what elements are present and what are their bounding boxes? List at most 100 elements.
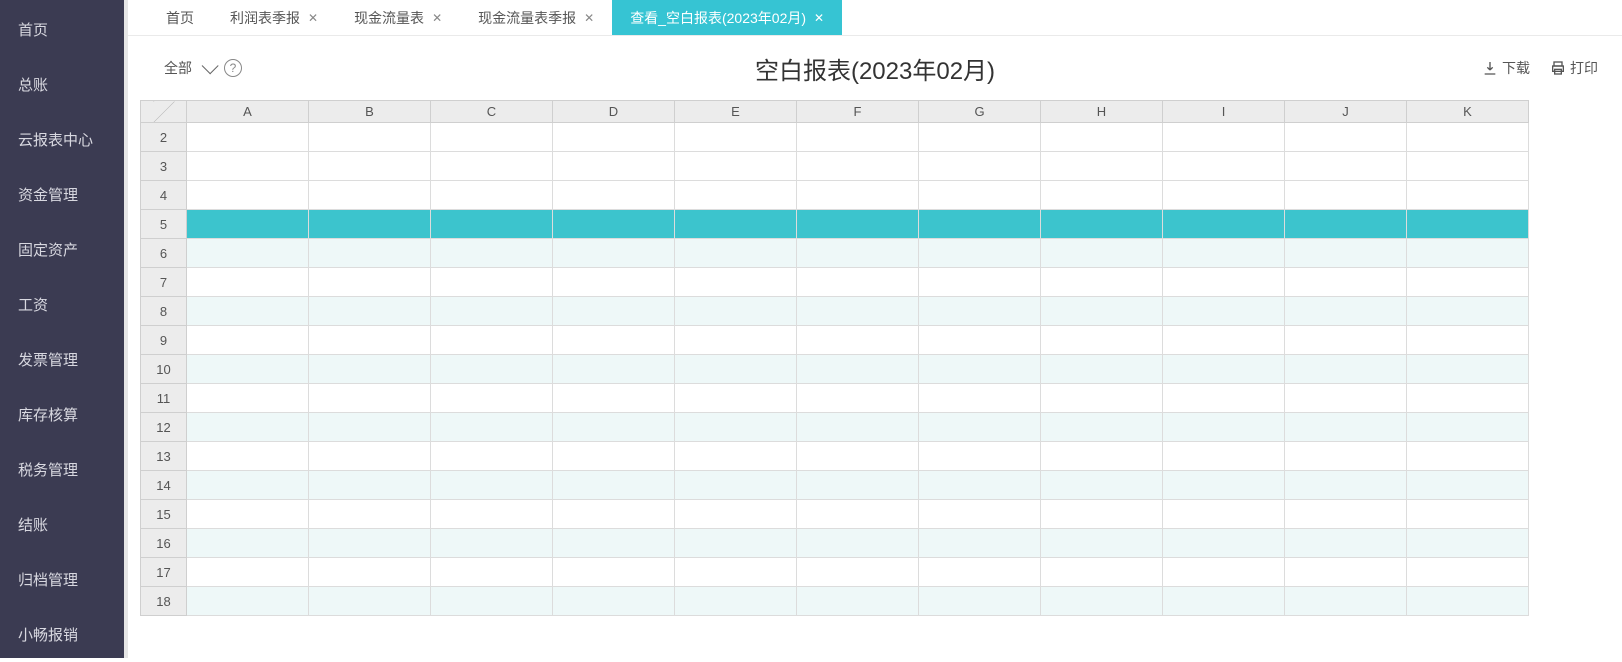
row-header[interactable]: 18 <box>141 587 187 616</box>
column-header[interactable]: D <box>553 101 675 123</box>
cell[interactable] <box>1041 442 1163 471</box>
cell[interactable] <box>1041 123 1163 152</box>
cell[interactable] <box>919 181 1041 210</box>
cell[interactable] <box>309 384 431 413</box>
cell[interactable] <box>797 239 919 268</box>
cell[interactable] <box>1163 587 1285 616</box>
cell[interactable] <box>1407 471 1529 500</box>
row-header[interactable]: 5 <box>141 210 187 239</box>
cell[interactable] <box>553 268 675 297</box>
cell[interactable] <box>431 326 553 355</box>
cell[interactable] <box>187 442 309 471</box>
cell[interactable] <box>1041 500 1163 529</box>
row-header[interactable]: 6 <box>141 239 187 268</box>
cell[interactable] <box>431 210 553 239</box>
cell[interactable] <box>1041 297 1163 326</box>
cell[interactable] <box>1041 558 1163 587</box>
cell[interactable] <box>675 384 797 413</box>
sidebar-item[interactable]: 发票管理 <box>0 332 124 387</box>
cell[interactable] <box>553 413 675 442</box>
cell[interactable] <box>797 500 919 529</box>
cell[interactable] <box>1285 268 1407 297</box>
row-header[interactable]: 13 <box>141 442 187 471</box>
cell[interactable] <box>1041 384 1163 413</box>
cell[interactable] <box>675 355 797 384</box>
cell[interactable] <box>797 587 919 616</box>
cell[interactable] <box>309 123 431 152</box>
help-icon[interactable]: ? <box>224 59 242 77</box>
cell[interactable] <box>431 152 553 181</box>
download-button[interactable]: 下载 <box>1482 58 1530 78</box>
cell[interactable] <box>1407 500 1529 529</box>
cell[interactable] <box>309 297 431 326</box>
tab[interactable]: 现金流量表✕ <box>336 0 460 35</box>
cell[interactable] <box>187 210 309 239</box>
cell[interactable] <box>919 326 1041 355</box>
cell[interactable] <box>309 355 431 384</box>
cell[interactable] <box>1163 500 1285 529</box>
cell[interactable] <box>919 268 1041 297</box>
cell[interactable] <box>675 413 797 442</box>
print-button[interactable]: 打印 <box>1550 58 1598 78</box>
cell[interactable] <box>1285 587 1407 616</box>
sidebar-item[interactable]: 云报表中心 <box>0 112 124 167</box>
cell[interactable] <box>187 355 309 384</box>
cell[interactable] <box>1163 529 1285 558</box>
cell[interactable] <box>431 587 553 616</box>
cell[interactable] <box>1163 558 1285 587</box>
cell[interactable] <box>1407 210 1529 239</box>
close-icon[interactable]: ✕ <box>432 11 442 25</box>
column-header[interactable]: J <box>1285 101 1407 123</box>
cell[interactable] <box>431 529 553 558</box>
cell[interactable] <box>1163 326 1285 355</box>
sidebar-item[interactable]: 资金管理 <box>0 167 124 222</box>
cell[interactable] <box>1041 239 1163 268</box>
row-header[interactable]: 15 <box>141 500 187 529</box>
cell[interactable] <box>1407 558 1529 587</box>
cell[interactable] <box>919 384 1041 413</box>
row-header[interactable]: 11 <box>141 384 187 413</box>
cell[interactable] <box>553 326 675 355</box>
cell[interactable] <box>309 181 431 210</box>
column-header[interactable]: A <box>187 101 309 123</box>
cell[interactable] <box>919 500 1041 529</box>
cell[interactable] <box>309 500 431 529</box>
tab[interactable]: 查看_空白报表(2023年02月)✕ <box>612 0 842 35</box>
cell[interactable] <box>1163 152 1285 181</box>
cell[interactable] <box>1285 471 1407 500</box>
row-header[interactable]: 2 <box>141 123 187 152</box>
cell[interactable] <box>553 587 675 616</box>
cell[interactable] <box>1285 500 1407 529</box>
column-header[interactable]: B <box>309 101 431 123</box>
sidebar-item[interactable]: 结账 <box>0 497 124 552</box>
column-header[interactable]: F <box>797 101 919 123</box>
cell[interactable] <box>1407 326 1529 355</box>
cell[interactable] <box>919 529 1041 558</box>
cell[interactable] <box>431 297 553 326</box>
cell[interactable] <box>797 210 919 239</box>
cell[interactable] <box>309 442 431 471</box>
cell[interactable] <box>675 326 797 355</box>
row-header[interactable]: 17 <box>141 558 187 587</box>
row-header[interactable]: 14 <box>141 471 187 500</box>
cell[interactable] <box>1407 529 1529 558</box>
cell[interactable] <box>1041 326 1163 355</box>
sidebar-item[interactable]: 税务管理 <box>0 442 124 497</box>
cell[interactable] <box>1285 239 1407 268</box>
cell[interactable] <box>1407 297 1529 326</box>
row-header[interactable]: 3 <box>141 152 187 181</box>
cell[interactable] <box>1163 239 1285 268</box>
cell[interactable] <box>1041 268 1163 297</box>
cell[interactable] <box>675 471 797 500</box>
close-icon[interactable]: ✕ <box>584 11 594 25</box>
cell[interactable] <box>797 123 919 152</box>
cell[interactable] <box>1163 123 1285 152</box>
sidebar-item[interactable]: 小畅报销 <box>0 607 124 662</box>
cell[interactable] <box>797 181 919 210</box>
cell[interactable] <box>1407 384 1529 413</box>
column-header[interactable]: C <box>431 101 553 123</box>
cell[interactable] <box>1041 210 1163 239</box>
cell[interactable] <box>797 355 919 384</box>
cell[interactable] <box>919 239 1041 268</box>
column-header[interactable]: I <box>1163 101 1285 123</box>
